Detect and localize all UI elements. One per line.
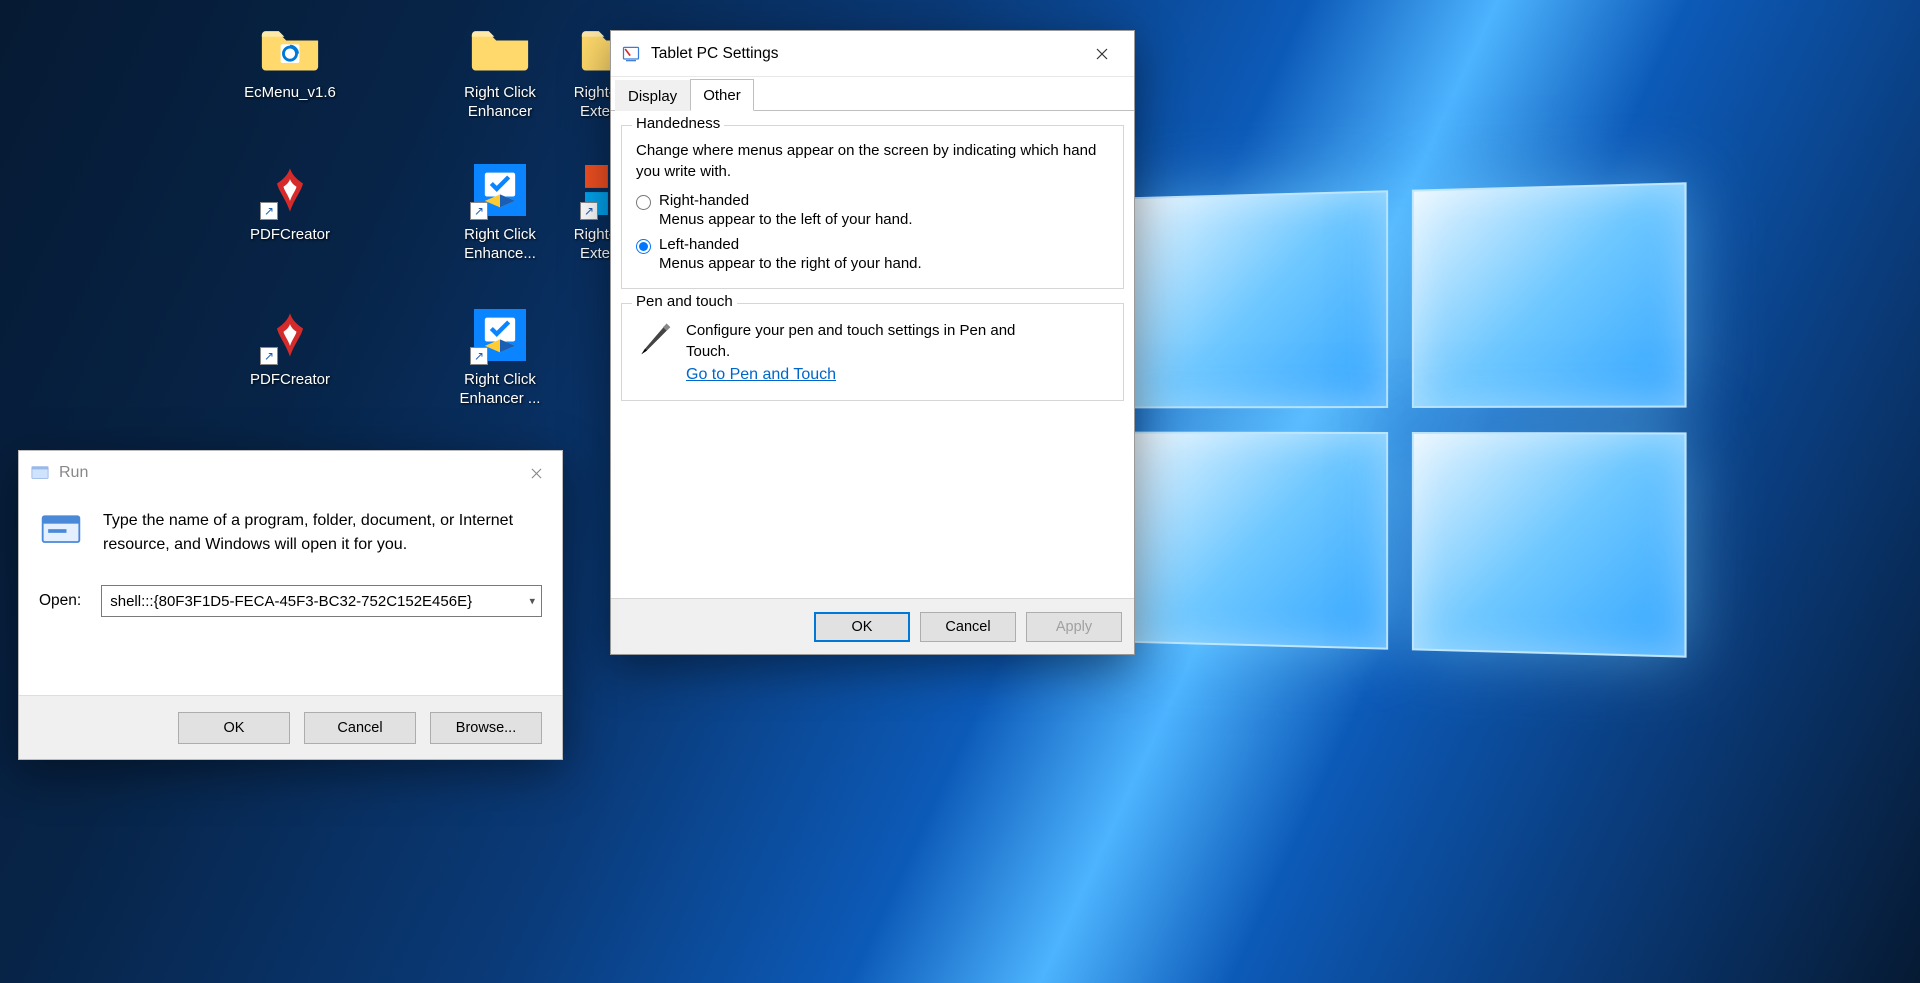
chevron-down-icon: ▾ (529, 595, 535, 608)
shortcut-arrow-icon: ↗ (470, 347, 488, 365)
app-icon: ↗ (470, 305, 530, 365)
pen-touch-description: Configure your pen and touch settings in… (686, 320, 1036, 362)
windows-logo-backdrop (1131, 182, 1686, 657)
desktop-icon-label: EcMenu_v1.6 (244, 84, 336, 103)
run-titlebar[interactable]: Run (19, 451, 562, 495)
dialog-button-row: OK Cancel Apply (611, 598, 1134, 654)
open-label: Open: (39, 592, 81, 610)
group-legend: Handedness (632, 115, 724, 132)
tab-strip: Display Other (611, 77, 1134, 111)
tab-content: Handedness Change where menus appear on … (611, 111, 1134, 598)
desktop-icon-label: PDFCreator (250, 226, 330, 245)
app-icon: ↗ (470, 160, 530, 220)
desktop-icon-pdfcreator-2[interactable]: ↗ PDFCreator (235, 305, 345, 390)
desktop-icon-label: Right Click Enhancer (445, 84, 555, 122)
tablet-pc-settings-window: Tablet PC Settings Display Other Handedn… (610, 30, 1135, 655)
desktop-icon-label: Right Click Enhancer ... (445, 371, 555, 409)
folder-icon (260, 18, 320, 78)
folder-icon (470, 18, 530, 78)
radio-label: Left-handed (659, 236, 922, 253)
open-value: shell:::{80F3F1D5-FECA-45F3-BC32-752C152… (110, 593, 472, 610)
pen-touch-group: Pen and touch Configure your pen and tou… (621, 303, 1124, 401)
ok-button[interactable]: OK (814, 612, 910, 642)
radio-label: Right-handed (659, 192, 913, 209)
close-icon (1096, 48, 1108, 60)
titlebar[interactable]: Tablet PC Settings (611, 31, 1134, 77)
close-icon (531, 468, 542, 479)
ok-button[interactable]: OK (178, 712, 290, 744)
radio-input-right[interactable] (636, 195, 651, 210)
radio-sublabel: Menus appear to the left of your hand. (659, 211, 913, 228)
desktop-icon-right-click-enhancer[interactable]: Right Click Enhancer (445, 18, 555, 122)
shortcut-arrow-icon: ↗ (260, 347, 278, 365)
cancel-button[interactable]: Cancel (920, 612, 1016, 642)
run-icon-small (31, 464, 49, 482)
cancel-button[interactable]: Cancel (304, 712, 416, 744)
radio-sublabel: Menus appear to the right of your hand. (659, 255, 922, 272)
shortcut-arrow-icon: ↗ (260, 202, 278, 220)
close-button[interactable] (522, 459, 550, 487)
browse-button[interactable]: Browse... (430, 712, 542, 744)
desktop-icon-ecmenu[interactable]: EcMenu_v1.6 (235, 18, 345, 103)
pen-icon (636, 320, 672, 356)
run-program-icon (39, 509, 83, 553)
desktop-icon-right-click-enhancer-2[interactable]: ↗ Right Click Enhancer ... (445, 305, 555, 409)
tab-other[interactable]: Other (690, 79, 754, 111)
apply-button[interactable]: Apply (1026, 612, 1122, 642)
desktop-icon-right-click-enhance[interactable]: ↗ Right Click Enhance... (445, 160, 555, 264)
tablet-icon (621, 44, 641, 64)
shortcut-arrow-icon: ↗ (580, 202, 598, 220)
run-description: Type the name of a program, folder, docu… (103, 509, 542, 557)
radio-input-left[interactable] (636, 239, 651, 254)
pdfcreator-icon: ↗ (260, 305, 320, 365)
handedness-group: Handedness Change where menus appear on … (621, 125, 1124, 289)
run-dialog: Run Type the name of a program, folder, … (18, 450, 563, 760)
run-button-row: OK Cancel Browse... (19, 695, 562, 759)
handedness-description: Change where menus appear on the screen … (636, 140, 1109, 182)
shortcut-arrow-icon: ↗ (470, 202, 488, 220)
run-title-text: Run (59, 464, 88, 482)
tab-display[interactable]: Display (615, 80, 690, 111)
pdfcreator-icon: ↗ (260, 160, 320, 220)
desktop-icon-pdfcreator[interactable]: ↗ PDFCreator (235, 160, 345, 245)
radio-right-handed[interactable]: Right-handed Menus appear to the left of… (636, 192, 1109, 228)
open-combobox[interactable]: shell:::{80F3F1D5-FECA-45F3-BC32-752C152… (101, 585, 542, 617)
radio-left-handed[interactable]: Left-handed Menus appear to the right of… (636, 236, 1109, 272)
pen-touch-link[interactable]: Go to Pen and Touch (686, 366, 836, 384)
close-button[interactable] (1080, 39, 1124, 69)
desktop-icon-label: PDFCreator (250, 371, 330, 390)
group-legend: Pen and touch (632, 293, 737, 310)
window-title: Tablet PC Settings (651, 45, 1080, 63)
desktop-icon-label: Right Click Enhance... (445, 226, 555, 264)
